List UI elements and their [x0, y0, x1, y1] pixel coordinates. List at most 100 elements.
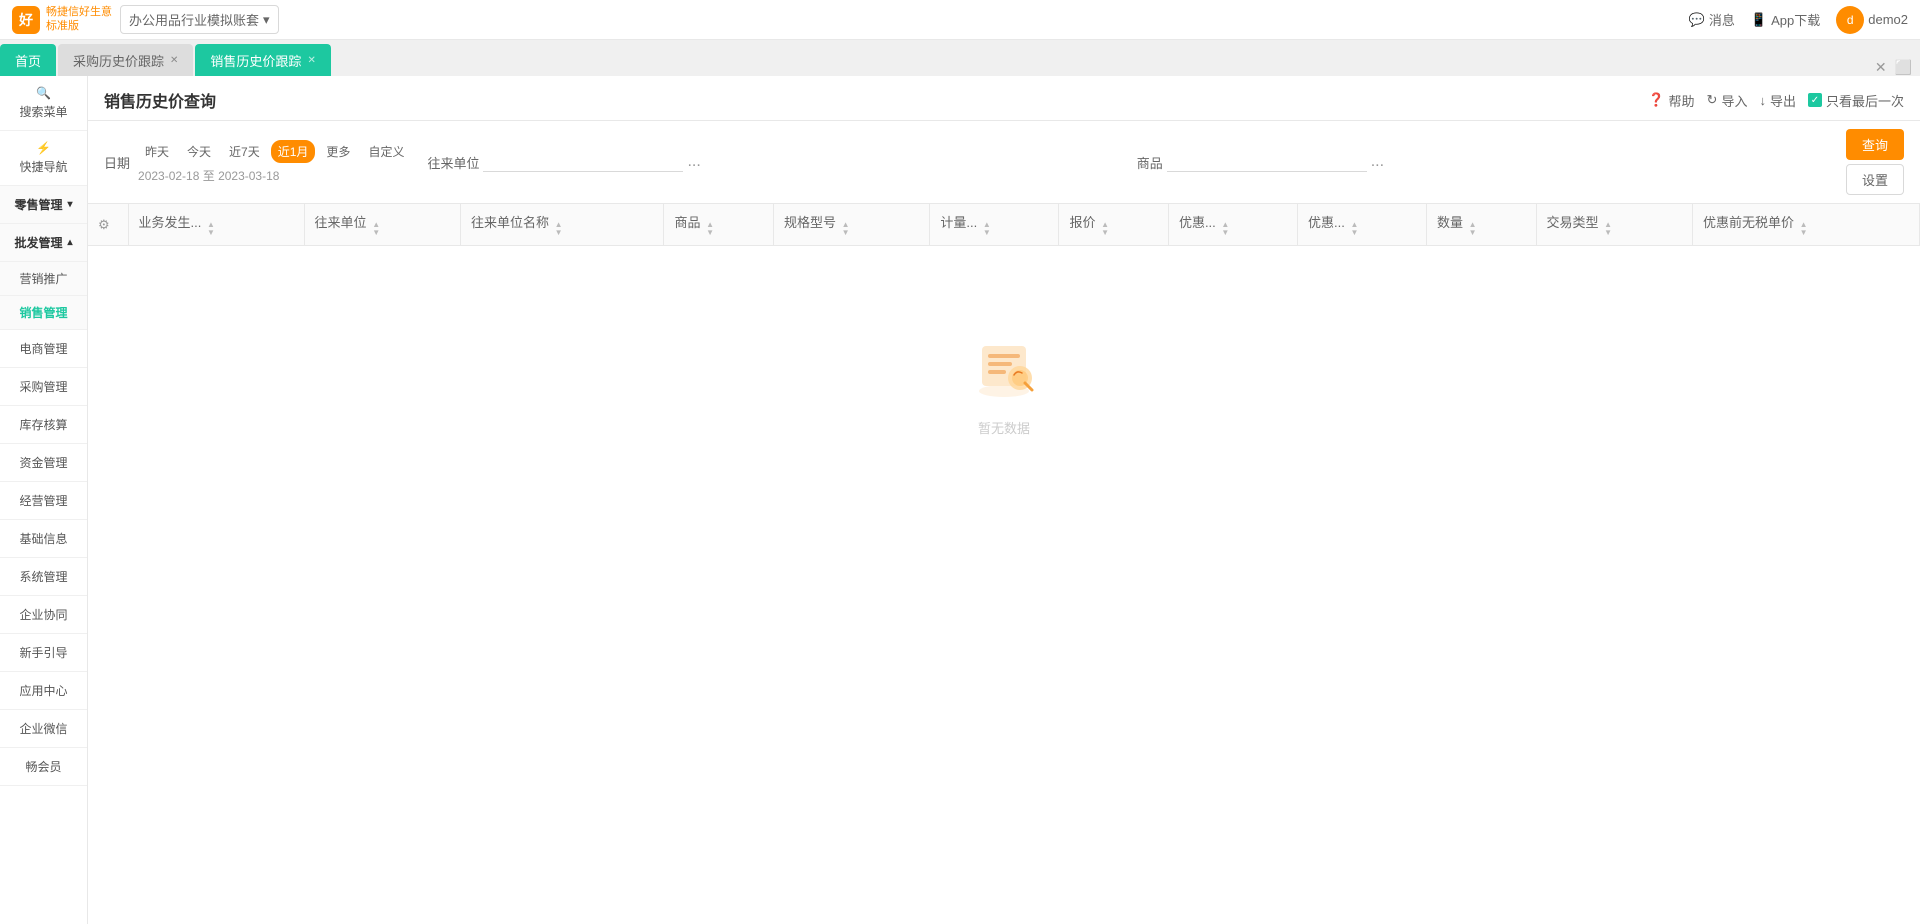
page-header-actions: ❓ 帮助 ↻ 导入 ↓ 导出 ✓ 只看最后一次: [1648, 91, 1904, 110]
sidebar-item-wholesale-mgmt[interactable]: 批发管理 ▴: [0, 224, 87, 262]
sidebar-item-app-center[interactable]: 应用中心: [0, 672, 87, 710]
page-title: 销售历史价查询: [104, 88, 216, 112]
app-download-btn[interactable]: 📱 App下载: [1751, 10, 1820, 29]
sort-arrows-unit: ▲▼: [983, 221, 991, 237]
sidebar-item-marketing[interactable]: 营销推广: [0, 262, 87, 296]
sidebar-item-newbie-guide[interactable]: 新手引导: [0, 634, 87, 672]
table-area: ⚙ 业务发生... ▲▼ 往来单位 ▲▼ 往来单位名称 ▲▼: [88, 204, 1920, 924]
settings-button[interactable]: 设置: [1846, 164, 1904, 195]
maximize-window-icon[interactable]: ⬜: [1895, 59, 1912, 76]
help-btn[interactable]: ❓ 帮助: [1648, 91, 1694, 110]
partner-select-btn[interactable]: ...: [687, 153, 700, 171]
date-btn-more[interactable]: 更多: [319, 140, 357, 163]
sort-arrows-trade-type: ▲▼: [1604, 221, 1612, 237]
th-biz-date[interactable]: 业务发生... ▲▼: [128, 204, 304, 246]
close-window-icon[interactable]: ✕: [1875, 59, 1887, 76]
th-spec[interactable]: 规格型号 ▲▼: [773, 204, 929, 246]
th-pretax-price[interactable]: 优惠前无税单价 ▲▼: [1692, 204, 1919, 246]
app-selector[interactable]: 办公用品行业模拟账套 ▾: [120, 5, 279, 34]
date-btn-custom[interactable]: 自定义: [361, 140, 411, 163]
import-icon: ↻: [1707, 92, 1718, 108]
sort-arrows-pretax-price: ▲▼: [1800, 221, 1808, 237]
th-quote[interactable]: 报价 ▲▼: [1059, 204, 1168, 246]
download-icon: 📱: [1751, 12, 1767, 28]
chevron-down-icon: ▾: [67, 199, 72, 210]
sidebar-item-basic-info[interactable]: 基础信息: [0, 520, 87, 558]
import-btn[interactable]: ↻ 导入: [1707, 91, 1748, 110]
th-partner-code[interactable]: 往来单位 ▲▼: [304, 204, 460, 246]
user-menu[interactable]: d demo2: [1836, 6, 1908, 34]
main-layout: 🔍 搜索菜单 ⚡ 快捷导航 零售管理 ▾ 批发管理 ▴ 营销推广 销售管理 电商…: [0, 76, 1920, 924]
tab-close-purchase[interactable]: ✕: [170, 55, 178, 66]
th-trade-type[interactable]: 交易类型 ▲▼: [1536, 204, 1692, 246]
partner-input[interactable]: [483, 152, 683, 172]
sidebar-item-retail-mgmt[interactable]: 零售管理 ▾: [0, 186, 87, 224]
th-partner-name[interactable]: 往来单位名称 ▲▼: [461, 204, 664, 246]
logo-area: 好 畅捷信好生意 标准版: [12, 6, 112, 34]
tab-purchase-history[interactable]: 采购历史价跟踪 ✕: [58, 44, 193, 76]
date-btn-7days[interactable]: 近7天: [222, 140, 267, 163]
logo-icon: 好: [12, 6, 40, 34]
sidebar-item-quick-nav[interactable]: ⚡ 快捷导航: [0, 131, 87, 186]
date-buttons: 昨天 今天 近7天 近1月 更多 自定义: [138, 140, 411, 163]
th-qty[interactable]: 数量 ▲▼: [1427, 204, 1536, 246]
sort-arrows-biz-date: ▲▼: [207, 221, 215, 237]
partner-filter-group: 往来单位 ...: [427, 152, 1120, 172]
sidebar-item-corp-wechat[interactable]: 企业微信: [0, 710, 87, 748]
date-filter-group: 日期 昨天 今天 近7天 近1月 更多 自定义 2023-02-18 至 202…: [104, 140, 411, 184]
date-btn-today[interactable]: 今天: [180, 140, 218, 163]
checkbox-icon: ✓: [1808, 93, 1822, 107]
gear-icon[interactable]: ⚙: [98, 217, 110, 232]
product-filter-group: 商品 ...: [1137, 152, 1830, 172]
export-btn[interactable]: ↓ 导出: [1759, 91, 1796, 110]
sidebar-item-inventory[interactable]: 库存核算: [0, 406, 87, 444]
product-select-btn[interactable]: ...: [1371, 153, 1384, 171]
empty-text: 暂无数据: [978, 418, 1030, 437]
sidebar-item-search-menu[interactable]: 🔍 搜索菜单: [0, 76, 87, 131]
th-unit[interactable]: 计量... ▲▼: [930, 204, 1059, 246]
chevron-up-icon: ▴: [67, 237, 72, 248]
sidebar-item-purchase-mgmt[interactable]: 采购管理: [0, 368, 87, 406]
sidebar-item-sales-mgmt[interactable]: 销售管理: [0, 296, 87, 330]
product-input[interactable]: [1167, 152, 1367, 172]
sort-arrows-quote: ▲▼: [1101, 221, 1109, 237]
sidebar-item-ops-mgmt[interactable]: 经营管理: [0, 482, 87, 520]
msg-icon: 💬: [1689, 12, 1705, 28]
search-icon: 🔍: [36, 86, 51, 100]
query-button[interactable]: 查询: [1846, 129, 1904, 160]
topbar: 好 畅捷信好生意 标准版 办公用品行业模拟账套 ▾ 💬 消息 📱 App下载 d…: [0, 0, 1920, 40]
empty-state: 暂无数据: [88, 246, 1920, 517]
msg-btn[interactable]: 💬 消息: [1689, 10, 1735, 29]
sort-arrows-discount2: ▲▼: [1350, 221, 1358, 237]
logo-text: 畅捷信好生意 标准版: [46, 6, 112, 32]
sidebar-item-vip-member[interactable]: 畅会员: [0, 748, 87, 786]
chevron-down-icon: ▾: [263, 12, 270, 28]
tab-close-sales[interactable]: ✕: [307, 55, 315, 66]
date-btn-yesterday[interactable]: 昨天: [138, 140, 176, 163]
help-icon: ❓: [1648, 92, 1664, 108]
th-discount1[interactable]: 优惠... ▲▼: [1168, 204, 1297, 246]
sidebar-item-ecom-mgmt[interactable]: 电商管理: [0, 330, 87, 368]
only-last-toggle[interactable]: ✓ 只看最后一次: [1808, 91, 1904, 110]
page-header: 销售历史价查询 ❓ 帮助 ↻ 导入 ↓ 导出 ✓ 只看最后一次: [88, 76, 1920, 121]
date-btn-1month[interactable]: 近1月: [271, 140, 316, 163]
tab-home[interactable]: 首页: [0, 44, 56, 76]
window-buttons: ✕ ⬜: [1875, 59, 1920, 76]
th-gear: ⚙: [88, 204, 128, 246]
topbar-right: 💬 消息 📱 App下载 d demo2: [1689, 6, 1908, 34]
sort-arrows-qty: ▲▼: [1469, 221, 1477, 237]
sidebar-item-sys-mgmt[interactable]: 系统管理: [0, 558, 87, 596]
sidebar-item-corp-collab[interactable]: 企业协同: [0, 596, 87, 634]
filter-actions: 查询 设置: [1846, 129, 1904, 195]
th-discount2[interactable]: 优惠... ▲▼: [1297, 204, 1426, 246]
sidebar-item-finance-mgmt[interactable]: 资金管理: [0, 444, 87, 482]
sort-arrows-spec: ▲▼: [842, 221, 850, 237]
avatar: d: [1836, 6, 1864, 34]
sort-arrows-discount1: ▲▼: [1221, 221, 1229, 237]
filter-bar: 日期 昨天 今天 近7天 近1月 更多 自定义 2023-02-18 至 202…: [88, 121, 1920, 204]
table-header-row: ⚙ 业务发生... ▲▼ 往来单位 ▲▼ 往来单位名称 ▲▼: [88, 204, 1920, 246]
th-product[interactable]: 商品 ▲▼: [664, 204, 773, 246]
nav-icon: ⚡: [36, 141, 51, 155]
tab-sales-history[interactable]: 销售历史价跟踪 ✕: [195, 44, 330, 76]
topbar-left: 好 畅捷信好生意 标准版 办公用品行业模拟账套 ▾: [12, 5, 279, 34]
